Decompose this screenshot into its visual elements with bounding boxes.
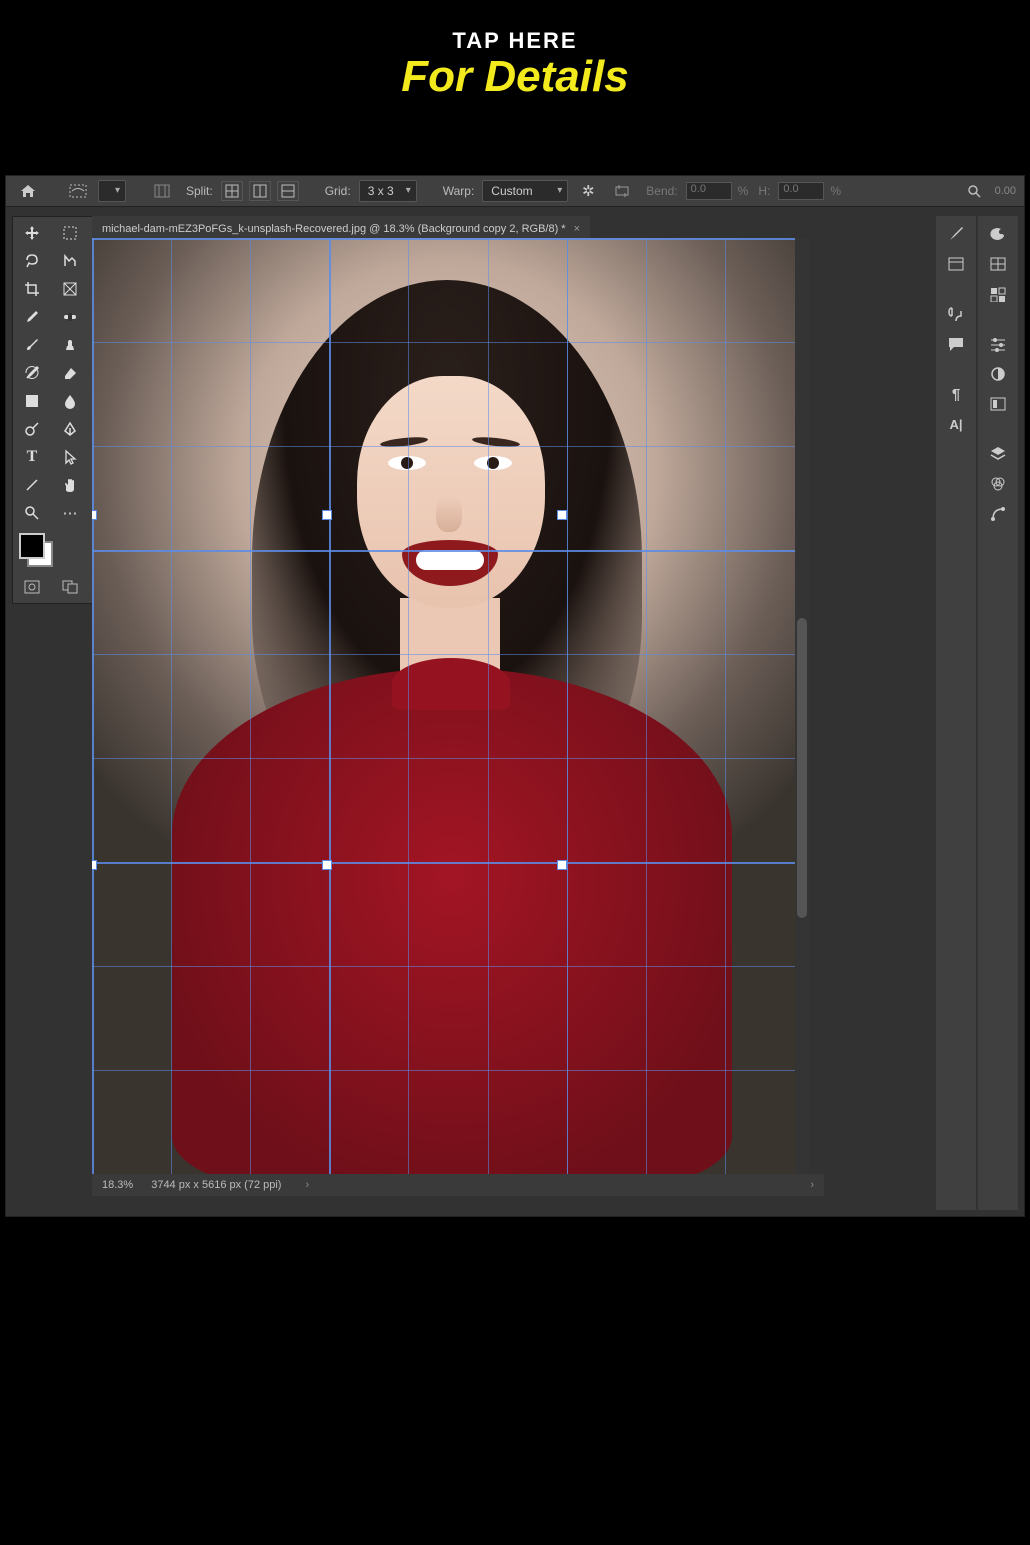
warp-label: Warp: bbox=[443, 184, 475, 198]
clone-stamp-tool[interactable] bbox=[55, 333, 85, 357]
color-icon[interactable] bbox=[984, 222, 1012, 246]
brush-tool[interactable] bbox=[17, 333, 47, 357]
grid-preset-icon[interactable] bbox=[148, 179, 176, 203]
h-label: H: bbox=[758, 184, 770, 198]
bend-input[interactable]: 0.0 bbox=[686, 182, 732, 200]
healing-brush-tool[interactable] bbox=[55, 305, 85, 329]
for-details-text: For Details bbox=[0, 52, 1030, 102]
selection-tool[interactable] bbox=[55, 249, 85, 273]
eraser-tool[interactable] bbox=[55, 361, 85, 385]
path-select-tool[interactable] bbox=[55, 445, 85, 469]
paragraph-icon[interactable]: ¶ bbox=[942, 382, 970, 406]
grid-dropdown[interactable]: 3 x 3 bbox=[359, 180, 417, 202]
marquee-tool[interactable] bbox=[55, 221, 85, 245]
warp-orientation-dd[interactable] bbox=[98, 180, 126, 202]
gradient-tool[interactable] bbox=[17, 389, 47, 413]
h-input[interactable]: 0.0 bbox=[778, 182, 824, 200]
warp-settings-gear-icon[interactable]: ✲ bbox=[574, 179, 602, 203]
zoom-tool[interactable] bbox=[17, 501, 47, 525]
warp-mode-icon[interactable] bbox=[64, 179, 92, 203]
libraries-icon[interactable] bbox=[984, 392, 1012, 416]
search-icon[interactable] bbox=[961, 179, 989, 203]
paths-icon[interactable] bbox=[984, 502, 1012, 526]
line-tool[interactable] bbox=[17, 473, 47, 497]
vertical-scrollbar[interactable] bbox=[795, 238, 809, 1174]
history-brush-tool[interactable] bbox=[17, 361, 47, 385]
brushes-icon[interactable] bbox=[942, 252, 970, 276]
blur-tool[interactable] bbox=[55, 389, 85, 413]
promo-banner[interactable]: TAP HERE For Details bbox=[0, 0, 1030, 102]
clone-source-icon[interactable] bbox=[942, 302, 970, 326]
split-cross-icon[interactable] bbox=[221, 181, 243, 201]
photoshop-window: Split: Grid: 3 x 3 Warp: Custom ✲ Bend: … bbox=[5, 175, 1025, 1217]
pen-tool[interactable] bbox=[55, 417, 85, 441]
warp-dropdown[interactable]: Custom bbox=[482, 180, 568, 202]
tab-title: michael-dam-mEZ3PoFGs_k-unsplash-Recover… bbox=[102, 223, 566, 235]
hand-tool[interactable] bbox=[55, 473, 85, 497]
crop-tool[interactable] bbox=[17, 277, 47, 301]
close-tab-icon[interactable]: × bbox=[574, 223, 580, 235]
character-icon[interactable]: A| bbox=[942, 412, 970, 436]
brush-settings-icon[interactable] bbox=[942, 222, 970, 246]
tap-here-text: TAP HERE bbox=[0, 28, 1030, 54]
color-swatch[interactable] bbox=[17, 529, 89, 571]
bend-pct: % bbox=[738, 184, 749, 198]
canvas[interactable] bbox=[92, 238, 804, 1174]
photo-image bbox=[92, 238, 804, 1174]
scrollbar-thumb[interactable] bbox=[797, 618, 807, 918]
comments-icon[interactable] bbox=[942, 332, 970, 356]
zoom-level[interactable]: 18.3% bbox=[102, 1179, 133, 1191]
fg-color[interactable] bbox=[19, 533, 45, 559]
status-scroll-right-icon[interactable]: › bbox=[810, 1179, 814, 1191]
split-label: Split: bbox=[186, 184, 213, 198]
warp-orientation-icon[interactable] bbox=[608, 179, 636, 203]
split-vert-icon[interactable] bbox=[249, 181, 271, 201]
status-bar: 18.3% 3744 px x 5616 px (72 ppi) › › bbox=[92, 1174, 824, 1196]
layers-icon[interactable] bbox=[984, 442, 1012, 466]
right-col-b bbox=[978, 216, 1018, 1210]
eyedropper-tool[interactable] bbox=[17, 305, 47, 329]
dodge-tool[interactable] bbox=[17, 417, 47, 441]
home-icon[interactable] bbox=[14, 179, 42, 203]
screen-mode-icon[interactable] bbox=[55, 575, 85, 599]
status-nav-right-icon[interactable]: › bbox=[305, 1179, 309, 1191]
document-tab[interactable]: michael-dam-mEZ3PoFGs_k-unsplash-Recover… bbox=[92, 216, 590, 239]
swatches-icon[interactable] bbox=[984, 252, 1012, 276]
options-bar: Split: Grid: 3 x 3 Warp: Custom ✲ Bend: … bbox=[6, 176, 1024, 207]
split-horiz-icon[interactable] bbox=[277, 181, 299, 201]
adjustments-circle-icon[interactable] bbox=[984, 362, 1012, 386]
type-tool[interactable]: T bbox=[17, 445, 47, 469]
tools-panel: T ⋯ bbox=[12, 216, 94, 604]
gradients-icon[interactable] bbox=[984, 282, 1012, 306]
h-pct: % bbox=[830, 184, 841, 198]
right-panels: ¶ A| bbox=[936, 216, 1018, 1210]
right-col-a: ¶ A| bbox=[936, 216, 976, 1210]
quick-mask-icon[interactable] bbox=[17, 575, 47, 599]
move-tool[interactable] bbox=[17, 221, 47, 245]
bend-label: Bend: bbox=[646, 184, 677, 198]
grid-label: Grid: bbox=[325, 184, 351, 198]
lasso-tool[interactable] bbox=[17, 249, 47, 273]
doc-dimensions: 3744 px x 5616 px (72 ppi) bbox=[151, 1179, 281, 1191]
edit-toolbar-icon[interactable]: ⋯ bbox=[55, 501, 85, 525]
frame-tool[interactable] bbox=[55, 277, 85, 301]
adjustments-sliders-icon[interactable] bbox=[984, 332, 1012, 356]
channels-icon[interactable] bbox=[984, 472, 1012, 496]
search-value: 0.00 bbox=[995, 185, 1016, 197]
